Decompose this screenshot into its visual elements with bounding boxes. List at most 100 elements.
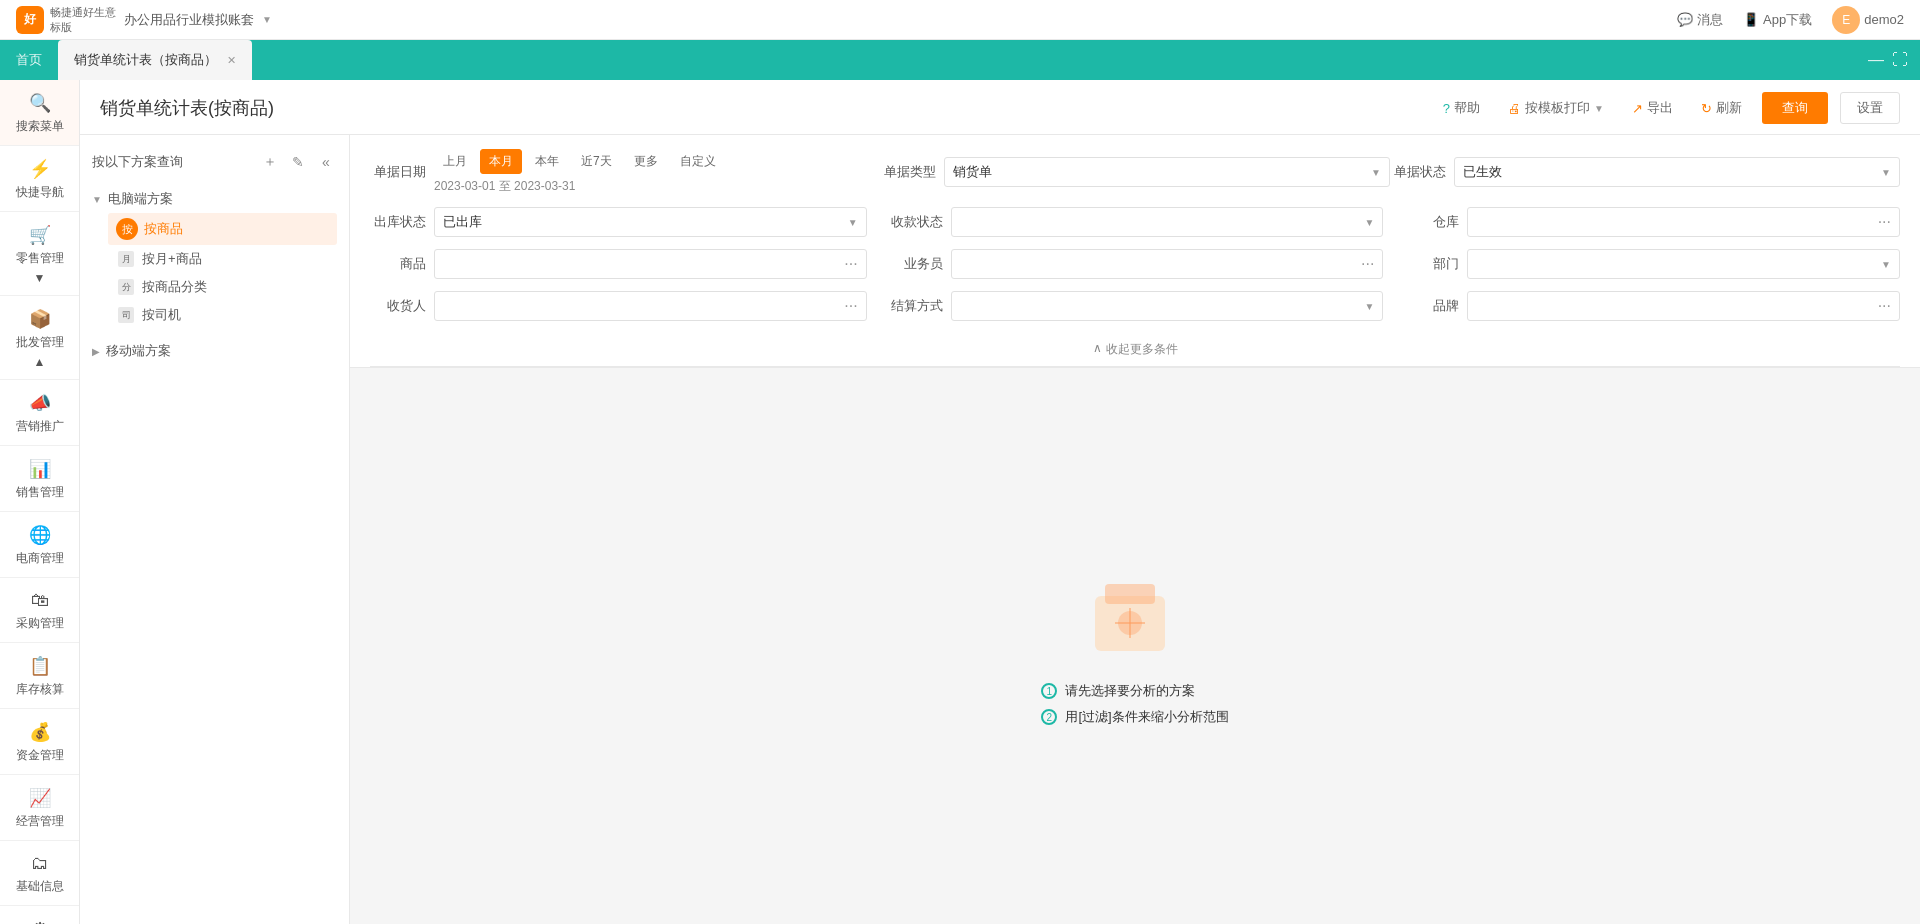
receiver-input[interactable]: ··· bbox=[434, 291, 867, 321]
empty-state: 1 请先选择要分析的方案 2 用[过滤]条件来缩小分析范围 bbox=[350, 368, 1920, 924]
collapse-scheme-btn[interactable]: « bbox=[315, 151, 337, 173]
system-icon: ⚙ bbox=[32, 918, 48, 924]
product-input[interactable]: ··· bbox=[434, 249, 867, 279]
tab-close-icon[interactable]: ✕ bbox=[227, 54, 236, 67]
department-label: 部门 bbox=[1403, 255, 1459, 273]
edit-scheme-btn[interactable]: ✎ bbox=[287, 151, 309, 173]
print-btn[interactable]: 🖨 按模板打印 ▼ bbox=[1500, 95, 1612, 121]
sidebar-item-marketing[interactable]: 📣 营销推广 bbox=[0, 380, 79, 446]
date-btn-7days[interactable]: 近7天 bbox=[572, 149, 621, 174]
add-scheme-btn[interactable]: ＋ bbox=[259, 151, 281, 173]
sidebar-item-quick-nav[interactable]: ⚡ 快捷导航 bbox=[0, 146, 79, 212]
sidebar-item-purchase[interactable]: 🛍 采购管理 bbox=[0, 578, 79, 643]
sidebar-item-basic[interactable]: 🗂 基础信息 bbox=[0, 841, 79, 906]
brand-dots-icon[interactable]: ··· bbox=[1878, 297, 1891, 315]
scheme-item-by-month-product[interactable]: 月 按月+商品 bbox=[108, 245, 337, 273]
tab-minimize-icon[interactable]: — bbox=[1868, 51, 1884, 69]
page-title: 销货单统计表(按商品) bbox=[100, 96, 274, 120]
sidebar-item-system[interactable]: ⚙ 系统管理 bbox=[0, 906, 79, 924]
brand-label: 品牌 bbox=[1403, 297, 1459, 315]
app-download-action[interactable]: 📱 App下载 bbox=[1743, 11, 1812, 29]
tabbar: 首页 销货单统计表（按商品） ✕ — ⛶ bbox=[0, 40, 1920, 80]
sidebar-item-ecommerce[interactable]: 🌐 电商管理 bbox=[0, 512, 79, 578]
salesperson-input[interactable]: ··· bbox=[951, 249, 1384, 279]
out-status-input[interactable]: 已出库 ▼ bbox=[434, 207, 867, 237]
scheme-category-pc-header[interactable]: ▼ 电脑端方案 bbox=[88, 185, 337, 213]
date-btn-last-month[interactable]: 上月 bbox=[434, 149, 476, 174]
ecommerce-icon: 🌐 bbox=[29, 524, 51, 546]
warehouse-label: 仓库 bbox=[1403, 213, 1459, 231]
type-dropdown-icon[interactable]: ▼ bbox=[1371, 167, 1381, 178]
empty-hint-1: 1 请先选择要分析的方案 bbox=[1041, 682, 1228, 700]
department-dropdown-icon[interactable]: ▼ bbox=[1881, 259, 1891, 270]
inventory-icon: 📋 bbox=[29, 655, 51, 677]
export-btn[interactable]: ↗ 导出 bbox=[1624, 95, 1681, 121]
scheme-item-by-driver[interactable]: 司 按司机 bbox=[108, 301, 337, 329]
salesperson-dots-icon[interactable]: ··· bbox=[1361, 255, 1374, 273]
app-title-dropdown[interactable]: ▼ bbox=[262, 14, 272, 25]
svg-rect-1 bbox=[1105, 584, 1155, 604]
status-input[interactable]: 已生效 ▼ bbox=[1454, 157, 1900, 187]
empty-svg bbox=[1075, 566, 1195, 666]
filter-row-2: 出库状态 已出库 ▼ 收款状态 ▼ bbox=[370, 207, 1900, 237]
filter-type: 单据类型 销货单 ▼ bbox=[880, 157, 1390, 187]
receiver-dots-icon[interactable]: ··· bbox=[844, 297, 857, 315]
type-input[interactable]: 销货单 ▼ bbox=[944, 157, 1390, 187]
reset-button[interactable]: 设置 bbox=[1840, 92, 1900, 124]
export-icon: ↗ bbox=[1632, 101, 1643, 116]
sidebar-item-operations[interactable]: 📈 经营管理 bbox=[0, 775, 79, 841]
date-btn-custom[interactable]: 自定义 bbox=[671, 149, 725, 174]
tab-home[interactable]: 首页 bbox=[0, 40, 58, 80]
filter-brand: 品牌 ··· bbox=[1403, 291, 1900, 321]
sidebar-item-retail[interactable]: 🛒 零售管理 ▼ bbox=[0, 212, 79, 296]
date-btn-this-month[interactable]: 本月 bbox=[480, 149, 522, 174]
query-button[interactable]: 查询 bbox=[1762, 92, 1828, 124]
retail-expand-icon: ▼ bbox=[34, 271, 46, 285]
sidebar-item-wholesale[interactable]: 📦 批发管理 ▲ bbox=[0, 296, 79, 380]
receipt-status-input[interactable]: ▼ bbox=[951, 207, 1384, 237]
help-btn[interactable]: ? 帮助 bbox=[1435, 95, 1488, 121]
topbar-right: 💬 消息 📱 App下载 E demo2 bbox=[1677, 6, 1904, 34]
out-status-dropdown-icon[interactable]: ▼ bbox=[848, 217, 858, 228]
department-input[interactable]: ▼ bbox=[1467, 249, 1900, 279]
scheme-category-pc: ▼ 电脑端方案 按 按商品 月 按月+商品 bbox=[80, 181, 349, 333]
warehouse-dots-icon[interactable]: ··· bbox=[1878, 213, 1891, 231]
brand-input[interactable]: ··· bbox=[1467, 291, 1900, 321]
scheme-item-by-category[interactable]: 分 按商品分类 bbox=[108, 273, 337, 301]
category-icon: 分 bbox=[116, 279, 136, 295]
payment-dropdown-icon[interactable]: ▼ bbox=[1364, 301, 1374, 312]
print-dropdown-icon[interactable]: ▼ bbox=[1594, 103, 1604, 114]
collapse-btn[interactable]: ∧ 收起更多条件 bbox=[370, 333, 1900, 367]
tabbar-actions: — ⛶ bbox=[1868, 51, 1920, 69]
tab-expand-icon[interactable]: ⛶ bbox=[1892, 51, 1908, 69]
status-label: 单据状态 bbox=[1390, 163, 1446, 181]
app-title: 办公用品行业模拟账套 bbox=[124, 11, 254, 29]
receipt-status-dropdown-icon[interactable]: ▼ bbox=[1364, 217, 1374, 228]
filter-date: 单据日期 上月 本月 本年 近7天 更多 自定义 20 bbox=[370, 149, 880, 195]
scheme-category-mobile-header[interactable]: ▶ 移动端方案 bbox=[88, 337, 337, 365]
refresh-btn[interactable]: ↻ 刷新 bbox=[1693, 95, 1750, 121]
warehouse-input[interactable]: ··· bbox=[1467, 207, 1900, 237]
sidebar-item-inventory[interactable]: 📋 库存核算 bbox=[0, 643, 79, 709]
out-status-label: 出库状态 bbox=[370, 213, 426, 231]
scheme-panel-header: 按以下方案查询 ＋ ✎ « bbox=[80, 143, 349, 181]
sidebar-item-finance[interactable]: 💰 资金管理 bbox=[0, 709, 79, 775]
search-icon: 🔍 bbox=[29, 92, 51, 114]
page-header: 销货单统计表(按商品) ? 帮助 🖨 按模板打印 ▼ ↗ 导出 ↻ 刷新 bbox=[80, 80, 1920, 135]
sidebar-item-sales[interactable]: 📊 销售管理 bbox=[0, 446, 79, 512]
date-btn-this-year[interactable]: 本年 bbox=[526, 149, 568, 174]
scheme-item-by-product[interactable]: 按 按商品 bbox=[108, 213, 337, 245]
user-area[interactable]: E demo2 bbox=[1832, 6, 1904, 34]
date-btn-more[interactable]: 更多 bbox=[625, 149, 667, 174]
message-action[interactable]: 💬 消息 bbox=[1677, 11, 1723, 29]
product-dots-icon[interactable]: ··· bbox=[844, 255, 857, 273]
print-icon: 🖨 bbox=[1508, 101, 1521, 116]
status-dropdown-icon[interactable]: ▼ bbox=[1881, 167, 1891, 178]
tab-sales-stat[interactable]: 销货单统计表（按商品） ✕ bbox=[58, 40, 252, 80]
date-label: 单据日期 bbox=[370, 163, 426, 181]
filter-payment: 结算方式 ▼ bbox=[887, 291, 1384, 321]
payment-input[interactable]: ▼ bbox=[951, 291, 1384, 321]
sales-icon: 📊 bbox=[29, 458, 51, 480]
sidebar-item-search[interactable]: 🔍 搜索菜单 bbox=[0, 80, 79, 146]
refresh-icon: ↻ bbox=[1701, 101, 1712, 116]
